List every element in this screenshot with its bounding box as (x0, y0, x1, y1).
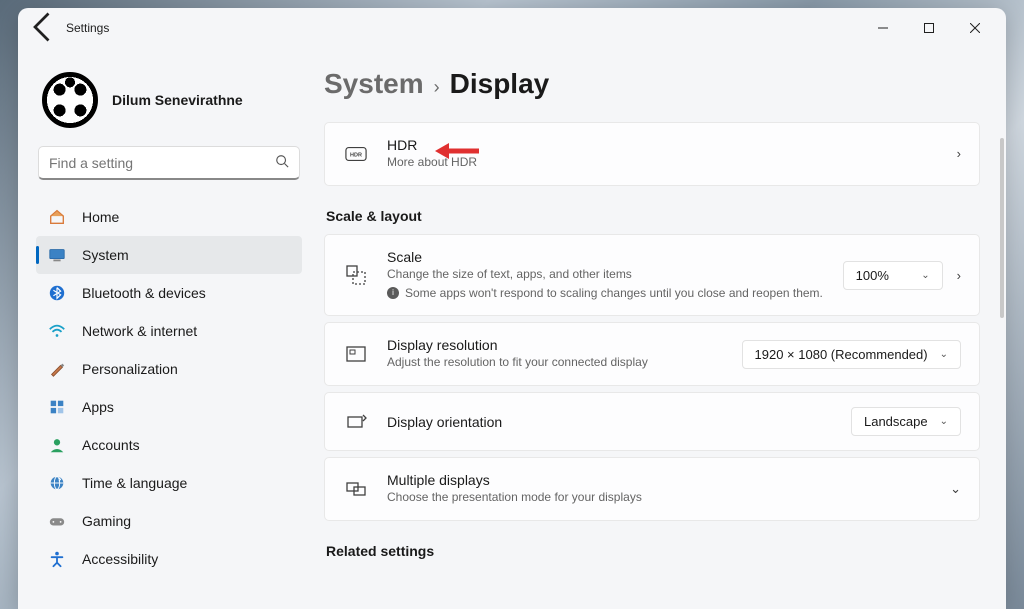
search-input[interactable] (49, 155, 275, 171)
scale-info: Some apps won't respond to scaling chang… (405, 285, 823, 302)
section-scale-layout: Scale & layout (326, 208, 980, 224)
nav-label: Apps (82, 399, 114, 415)
resolution-title: Display resolution (387, 337, 742, 353)
orientation-title: Display orientation (387, 414, 851, 430)
nav-label: System (82, 247, 129, 263)
orientation-dropdown[interactable]: Landscape ⌄ (851, 407, 961, 436)
breadcrumb: System › Display (324, 68, 980, 100)
hdr-subtitle: More about HDR (387, 154, 943, 171)
globe-icon (46, 472, 68, 494)
multiple-title: Multiple displays (387, 472, 936, 488)
breadcrumb-parent[interactable]: System (324, 68, 424, 100)
gamepad-icon (46, 510, 68, 532)
chevron-right-icon: › (434, 77, 440, 98)
scale-title: Scale (387, 249, 843, 265)
multiple-displays-row[interactable]: Multiple displays Choose the presentatio… (324, 457, 980, 521)
nav-label: Home (82, 209, 119, 225)
wifi-icon (46, 320, 68, 342)
orientation-row[interactable]: Display orientation Landscape ⌄ (324, 392, 980, 451)
nav-label: Bluetooth & devices (82, 285, 206, 301)
system-icon (46, 244, 68, 266)
settings-window: Settings Dilum Senevirathne Home (18, 8, 1006, 609)
minimize-button[interactable] (860, 12, 906, 44)
sidebar-item-personalization[interactable]: Personalization (36, 350, 302, 388)
sidebar-item-bluetooth[interactable]: Bluetooth & devices (36, 274, 302, 312)
profile-block[interactable]: Dilum Senevirathne (36, 48, 302, 146)
chevron-right-icon: › (957, 146, 961, 161)
hdr-icon: HDR (343, 143, 369, 165)
orientation-icon (343, 411, 369, 433)
resolution-icon (343, 343, 369, 365)
scale-row[interactable]: Scale Change the size of text, apps, and… (324, 234, 980, 317)
home-icon (46, 206, 68, 228)
resolution-subtitle: Adjust the resolution to fit your connec… (387, 354, 742, 371)
person-icon (46, 434, 68, 456)
accessibility-icon (46, 548, 68, 570)
titlebar: Settings (18, 8, 1006, 48)
chevron-down-icon: ⌄ (950, 481, 961, 497)
profile-name: Dilum Senevirathne (112, 92, 243, 108)
orientation-value: Landscape (864, 414, 928, 429)
resolution-value: 1920 × 1080 (Recommended) (755, 347, 928, 362)
svg-text:HDR: HDR (350, 153, 362, 159)
chevron-down-icon: ⌄ (940, 349, 948, 360)
maximize-button[interactable] (906, 12, 952, 44)
chevron-down-icon: ⌄ (940, 416, 948, 427)
close-button[interactable] (952, 12, 998, 44)
chevron-down-icon: ⌄ (921, 270, 929, 281)
scale-dropdown[interactable]: 100% ⌄ (843, 261, 943, 290)
paint-icon (46, 358, 68, 380)
sidebar-item-apps[interactable]: Apps (36, 388, 302, 426)
sidebar-item-home[interactable]: Home (36, 198, 302, 236)
section-related: Related settings (326, 543, 980, 559)
avatar (42, 72, 98, 128)
chevron-right-icon: › (957, 268, 961, 283)
bluetooth-icon (46, 282, 68, 304)
scrollbar[interactable] (1000, 138, 1004, 318)
nav-label: Personalization (82, 361, 178, 377)
resolution-dropdown[interactable]: 1920 × 1080 (Recommended) ⌄ (742, 340, 961, 369)
nav-label: Time & language (82, 475, 187, 491)
nav-label: Accounts (82, 437, 140, 453)
scale-icon (343, 264, 369, 286)
resolution-row[interactable]: Display resolution Adjust the resolution… (324, 322, 980, 386)
breadcrumb-current: Display (450, 68, 550, 100)
sidebar: Dilum Senevirathne Home System (18, 48, 314, 609)
hdr-title: HDR (387, 137, 943, 153)
scale-subtitle: Change the size of text, apps, and other… (387, 266, 843, 283)
sidebar-item-accessibility[interactable]: Accessibility (36, 540, 302, 578)
apps-icon (46, 396, 68, 418)
content-pane: System › Display HDR HDR More about HDR … (314, 48, 1006, 609)
sidebar-item-network[interactable]: Network & internet (36, 312, 302, 350)
sidebar-item-gaming[interactable]: Gaming (36, 502, 302, 540)
info-icon: i (387, 287, 399, 299)
window-title: Settings (66, 21, 109, 35)
sidebar-item-accounts[interactable]: Accounts (36, 426, 302, 464)
search-icon (275, 154, 289, 171)
scale-value: 100% (856, 268, 889, 283)
nav-label: Accessibility (82, 551, 158, 567)
nav-label: Gaming (82, 513, 131, 529)
nav-label: Network & internet (82, 323, 197, 339)
multiple-subtitle: Choose the presentation mode for your di… (387, 489, 936, 506)
multiple-displays-icon (343, 478, 369, 500)
back-button[interactable] (26, 9, 62, 48)
sidebar-item-time[interactable]: Time & language (36, 464, 302, 502)
hdr-row[interactable]: HDR HDR More about HDR › (324, 122, 980, 186)
search-box[interactable] (38, 146, 300, 180)
sidebar-item-system[interactable]: System (36, 236, 302, 274)
nav-list: Home System Bluetooth & devices Network … (36, 198, 302, 609)
